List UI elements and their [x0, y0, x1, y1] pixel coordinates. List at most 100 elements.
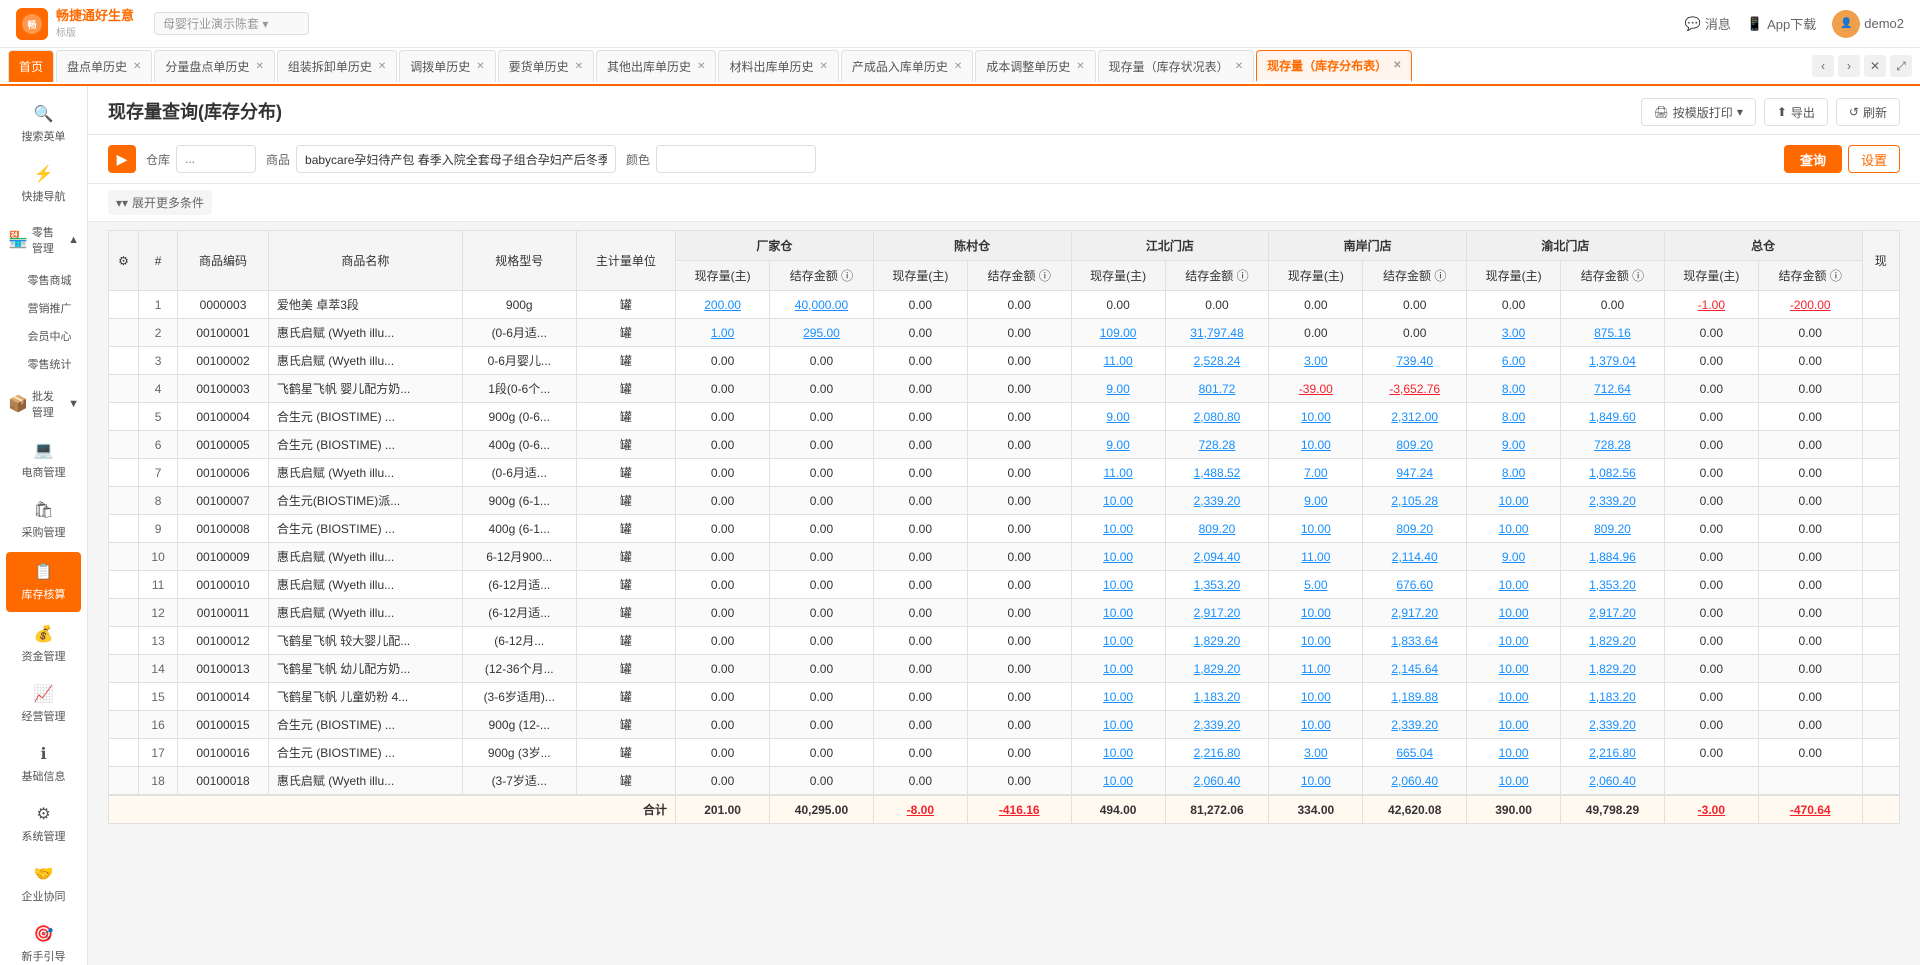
table-cell[interactable]: 10.00	[1071, 711, 1165, 739]
goods-input[interactable]	[296, 145, 616, 173]
table-cell[interactable]: 惠氏启赋 (Wyeth illu...	[268, 599, 462, 627]
table-cell[interactable]: 9.00	[1071, 403, 1165, 431]
table-cell[interactable]: 1,183.20	[1165, 683, 1269, 711]
table-cell[interactable]: 10.00	[1071, 655, 1165, 683]
table-cell[interactable]: 17	[139, 739, 178, 767]
table-cell[interactable]: 罐	[576, 375, 675, 403]
table-cell[interactable]: 5.00	[1269, 571, 1363, 599]
query-btn[interactable]: 查询	[1784, 145, 1842, 173]
table-cell[interactable]: 飞鹤星飞帆 婴儿配方奶...	[268, 375, 462, 403]
table-cell[interactable]: 1,849.60	[1561, 403, 1665, 431]
sidebar-item-quick-nav[interactable]: ⚡ 快捷导航	[0, 154, 87, 214]
table-cell[interactable]: 罐	[576, 515, 675, 543]
tab-inventory-history[interactable]: 盘点单历史 ✕	[56, 50, 152, 82]
close-icon[interactable]: ✕	[954, 61, 962, 72]
table-cell[interactable]: 惠氏启赋 (Wyeth illu...	[268, 767, 462, 796]
table-cell[interactable]: 2,339.20	[1561, 711, 1665, 739]
table-cell[interactable]: 2	[139, 319, 178, 347]
table-cell[interactable]: 10.00	[1071, 683, 1165, 711]
tab-other-out[interactable]: 其他出库单历史 ✕	[596, 50, 716, 82]
close-icon[interactable]: ✕	[1393, 60, 1401, 71]
table-cell[interactable]: 10.00	[1269, 599, 1363, 627]
nav-close[interactable]: ✕	[1864, 55, 1886, 77]
table-cell[interactable]: (0-6月适...	[462, 459, 576, 487]
table-cell[interactable]: 罐	[576, 459, 675, 487]
tab-stock-distribution[interactable]: 现存量（库存分布表） ✕	[1256, 50, 1412, 82]
sidebar-item-system[interactable]: ⚙ 系统管理	[0, 794, 87, 854]
table-cell[interactable]: 1,082.56	[1561, 459, 1665, 487]
table-cell[interactable]: 1,829.20	[1165, 627, 1269, 655]
table-cell[interactable]: 10.00	[1467, 571, 1561, 599]
tab-material-out[interactable]: 材料出库单历史 ✕	[718, 50, 838, 82]
user-avatar[interactable]: 👤 demo2	[1832, 10, 1904, 38]
table-cell[interactable]: 12	[139, 599, 178, 627]
sidebar-item-guide[interactable]: 🎯 新手引导	[0, 914, 87, 965]
table-cell[interactable]: 10	[139, 543, 178, 571]
table-cell[interactable]: 8	[139, 487, 178, 515]
table-cell[interactable]: 2,060.40	[1561, 767, 1665, 796]
table-cell[interactable]: 3.00	[1269, 347, 1363, 375]
sidebar-item-marketing[interactable]: 营销推广	[12, 294, 87, 322]
table-cell[interactable]: 1,829.20	[1561, 655, 1665, 683]
table-cell[interactable]: 1,884.96	[1561, 543, 1665, 571]
table-cell[interactable]: 875.16	[1561, 319, 1665, 347]
table-cell[interactable]: 00100012	[178, 627, 269, 655]
table-cell[interactable]: 11.00	[1269, 543, 1363, 571]
table-cell[interactable]: 2,917.20	[1561, 599, 1665, 627]
table-cell[interactable]: 10.00	[1467, 683, 1561, 711]
table-cell[interactable]: 惠氏启赋 (Wyeth illu...	[268, 347, 462, 375]
table-cell[interactable]: 10.00	[1269, 711, 1363, 739]
table-cell[interactable]: 合生元 (BIOSTIME) ...	[268, 431, 462, 459]
close-icon[interactable]: ✕	[697, 61, 705, 72]
table-cell[interactable]: 8.00	[1467, 403, 1561, 431]
table-cell[interactable]: 676.60	[1363, 571, 1467, 599]
table-cell[interactable]: 1段(0-6个...	[462, 375, 576, 403]
table-cell[interactable]: 9	[139, 515, 178, 543]
table-cell[interactable]: 10.00	[1071, 487, 1165, 515]
sidebar-item-wholesale[interactable]: 📦 批发管理 ▼	[0, 378, 87, 430]
table-cell[interactable]: 11.00	[1269, 655, 1363, 683]
table-cell[interactable]: 00100009	[178, 543, 269, 571]
table-cell[interactable]: 2,339.20	[1561, 487, 1665, 515]
table-cell[interactable]: 947.24	[1363, 459, 1467, 487]
table-cell[interactable]: 6	[139, 431, 178, 459]
table-cell[interactable]: 2,917.20	[1165, 599, 1269, 627]
table-cell[interactable]: 2,080.80	[1165, 403, 1269, 431]
table-cell[interactable]: 2,216.80	[1561, 739, 1665, 767]
table-cell[interactable]: 10.00	[1269, 431, 1363, 459]
sidebar-item-retail-shop[interactable]: 零售商城	[12, 266, 87, 294]
table-cell[interactable]: 900g (12-...	[462, 711, 576, 739]
table-cell[interactable]: 10.00	[1269, 683, 1363, 711]
table-cell[interactable]: 809.20	[1363, 431, 1467, 459]
table-cell[interactable]: 3.00	[1269, 739, 1363, 767]
table-cell[interactable]: 2,339.20	[1165, 487, 1269, 515]
table-cell[interactable]: 7	[139, 459, 178, 487]
table-cell[interactable]: 1,353.20	[1561, 571, 1665, 599]
table-cell[interactable]: 10.00	[1269, 403, 1363, 431]
table-cell[interactable]: 900g (0-6...	[462, 403, 576, 431]
col-settings[interactable]: ⚙	[109, 231, 139, 291]
table-cell[interactable]: 00100008	[178, 515, 269, 543]
table-cell[interactable]: 10.00	[1071, 767, 1165, 796]
table-cell[interactable]: 罐	[576, 487, 675, 515]
table-cell[interactable]: 00100001	[178, 319, 269, 347]
tab-order[interactable]: 要货单历史 ✕	[498, 50, 594, 82]
table-cell[interactable]: 10.00	[1467, 487, 1561, 515]
table-cell[interactable]: 2,339.20	[1165, 711, 1269, 739]
table-cell[interactable]: 10.00	[1071, 599, 1165, 627]
table-cell[interactable]: 罐	[576, 739, 675, 767]
table-cell[interactable]: 1,488.52	[1165, 459, 1269, 487]
table-cell[interactable]: -1.00	[1664, 291, 1758, 319]
close-icon[interactable]: ✕	[1235, 61, 1243, 72]
table-cell[interactable]: 1,379.04	[1561, 347, 1665, 375]
table-cell[interactable]: 2,339.20	[1363, 711, 1467, 739]
table-cell[interactable]: 10.00	[1467, 767, 1561, 796]
table-cell[interactable]: 9.00	[1269, 487, 1363, 515]
table-cell[interactable]: 6-12月900...	[462, 543, 576, 571]
table-cell[interactable]: 0000003	[178, 291, 269, 319]
color-input[interactable]	[656, 145, 816, 173]
table-cell[interactable]: 00100003	[178, 375, 269, 403]
table-cell[interactable]: 罐	[576, 403, 675, 431]
table-cell[interactable]: 8.00	[1467, 459, 1561, 487]
table-cell[interactable]: 400g (6-1...	[462, 515, 576, 543]
